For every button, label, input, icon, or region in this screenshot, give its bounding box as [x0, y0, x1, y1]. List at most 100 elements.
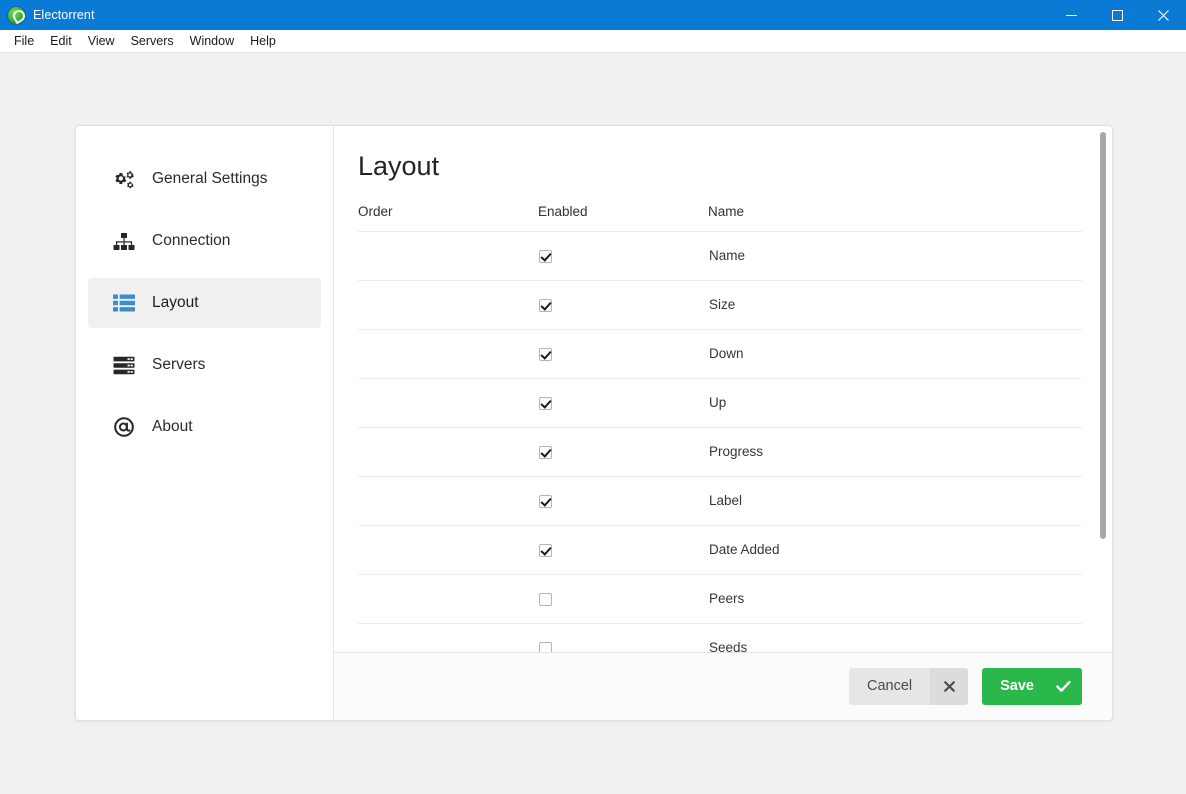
menu-item-file[interactable]: File	[6, 31, 42, 51]
sidebar-item-connection[interactable]: Connection	[88, 216, 321, 266]
cell-enabled	[538, 279, 708, 330]
times-icon	[930, 668, 969, 705]
table-row[interactable]: Name	[358, 230, 1082, 281]
table-row[interactable]: Date Added	[358, 524, 1082, 575]
sidebar-item-about[interactable]: About	[88, 402, 321, 452]
scrollbar-thumb[interactable]	[1100, 132, 1106, 539]
table-row[interactable]: Peers	[358, 573, 1082, 624]
cell-order	[358, 230, 538, 281]
enabled-checkbox[interactable]	[539, 348, 552, 362]
menu-item-view[interactable]: View	[80, 31, 123, 51]
cell-enabled	[538, 328, 708, 379]
layout-panel: Layout Order Enabled Name Name Size Down…	[334, 126, 1112, 652]
save-button-label: Save	[1000, 678, 1034, 694]
column-header-enabled: Enabled	[538, 203, 588, 219]
cancel-button[interactable]: Cancel	[848, 668, 969, 705]
enabled-checkbox[interactable]	[539, 446, 552, 460]
cell-name: Peers	[708, 573, 1082, 624]
sidebar-item-label: Servers	[152, 356, 206, 374]
dialog-body: General Settings Connection Layout Serve…	[76, 126, 1112, 720]
cell-order	[358, 475, 538, 526]
sidebar-item-layout[interactable]: Layout	[88, 278, 321, 328]
cell-enabled	[538, 573, 708, 624]
cell-name: Label	[708, 475, 1082, 526]
sitemap-icon	[113, 232, 143, 251]
settings-dialog: General Settings Connection Layout Serve…	[75, 125, 1113, 721]
menu-item-servers[interactable]: Servers	[123, 31, 182, 51]
check-icon	[1044, 668, 1082, 705]
table-row[interactable]: Down	[358, 328, 1082, 379]
app-logo-icon	[8, 6, 25, 24]
cell-order	[358, 426, 538, 477]
cell-enabled	[538, 622, 708, 652]
sidebar-item-label: General Settings	[152, 170, 268, 188]
content-wrapper: Layout Order Enabled Name Name Size Down…	[334, 126, 1112, 720]
cell-order	[358, 573, 538, 624]
maximize-icon	[1111, 9, 1123, 21]
sidebar-item-label: About	[152, 418, 193, 436]
minimize-icon	[1065, 14, 1077, 16]
enabled-checkbox[interactable]	[539, 299, 552, 313]
cell-enabled	[538, 426, 708, 477]
table-header: Order Enabled Name	[358, 204, 1082, 232]
cell-name: Name	[708, 230, 1082, 281]
cell-order	[358, 622, 538, 652]
cell-order	[358, 328, 538, 379]
layout-columns-table: Order Enabled Name Name Size Down Up Pro…	[358, 204, 1082, 652]
table-row[interactable]: Progress	[358, 426, 1082, 477]
cell-order	[358, 524, 538, 575]
page-background: General Settings Connection Layout Serve…	[0, 53, 1186, 794]
sidebar-item-general-settings[interactable]: General Settings	[88, 154, 321, 204]
sidebar-item-label: Connection	[152, 232, 231, 250]
cell-name: Size	[708, 279, 1082, 330]
enabled-checkbox[interactable]	[539, 642, 552, 652]
cell-enabled	[538, 475, 708, 526]
enabled-checkbox[interactable]	[539, 397, 552, 411]
table-row[interactable]: Size	[358, 279, 1082, 330]
dialog-footer: Cancel Save	[334, 652, 1112, 720]
table-row[interactable]: Seeds	[358, 622, 1082, 652]
cell-enabled	[538, 524, 708, 575]
cell-name: Seeds	[708, 622, 1082, 652]
settings-sidebar: General Settings Connection Layout Serve…	[76, 126, 334, 720]
minimize-button[interactable]	[1048, 0, 1094, 30]
sidebar-item-servers[interactable]: Servers	[88, 340, 321, 390]
menu-item-help[interactable]: Help	[242, 31, 284, 51]
cell-order	[358, 377, 538, 428]
close-button[interactable]	[1140, 0, 1186, 30]
cell-name: Up	[708, 377, 1082, 428]
at-icon	[113, 416, 143, 438]
cell-order	[358, 279, 538, 330]
close-icon	[1157, 9, 1169, 21]
title-bar: Electorrent	[0, 0, 1186, 30]
enabled-checkbox[interactable]	[539, 250, 552, 264]
enabled-checkbox[interactable]	[539, 544, 552, 558]
cancel-button-label: Cancel	[866, 678, 913, 694]
menu-item-window[interactable]: Window	[182, 31, 242, 51]
server-icon	[113, 356, 143, 375]
enabled-checkbox[interactable]	[539, 495, 552, 509]
table-body: Name Size Down Up Progress Label Date Ad…	[358, 230, 1082, 652]
column-header-name: Name	[708, 203, 745, 219]
column-header-order: Order	[358, 203, 393, 219]
window-title: Electorrent	[33, 8, 95, 22]
cell-enabled	[538, 230, 708, 281]
table-row[interactable]: Up	[358, 377, 1082, 428]
maximize-button[interactable]	[1094, 0, 1140, 30]
menu-item-edit[interactable]: Edit	[42, 31, 80, 51]
table-header-row: Order Enabled Name	[358, 204, 1082, 232]
enabled-checkbox[interactable]	[539, 593, 552, 607]
window-controls	[1048, 0, 1186, 30]
content-scrollbar[interactable]	[1099, 132, 1107, 646]
sidebar-item-label: Layout	[152, 294, 199, 312]
cell-name: Progress	[708, 426, 1082, 477]
cogs-icon	[113, 169, 143, 189]
cell-name: Down	[708, 328, 1082, 379]
menu-bar: File Edit View Servers Window Help	[0, 30, 1186, 53]
list-icon	[113, 294, 143, 312]
cell-enabled	[538, 377, 708, 428]
page-title: Layout	[358, 151, 440, 181]
table-row[interactable]: Label	[358, 475, 1082, 526]
save-button[interactable]: Save	[982, 668, 1082, 705]
cell-name: Date Added	[708, 524, 1082, 575]
